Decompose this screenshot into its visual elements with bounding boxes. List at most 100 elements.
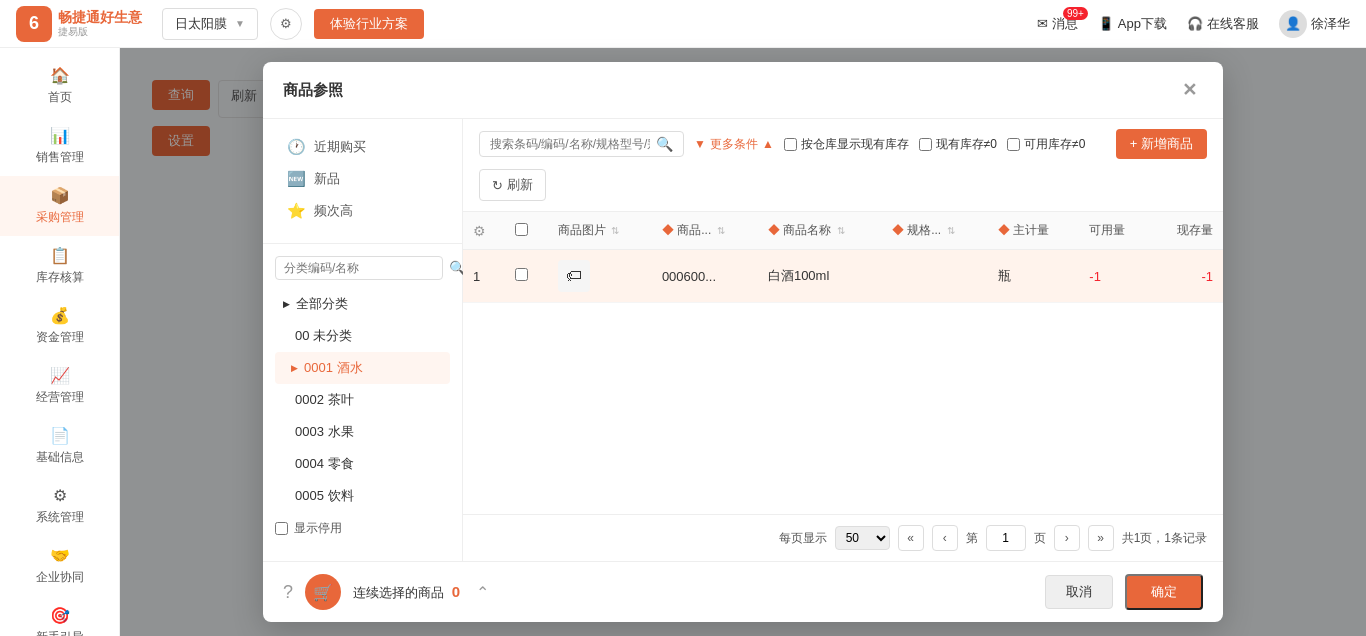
more-conditions-button[interactable]: ▼ 更多条件 ▲ bbox=[694, 136, 774, 153]
sidebar-label-finance: 资金管理 bbox=[36, 329, 84, 346]
quick-recent[interactable]: 🕐 近期购买 bbox=[275, 131, 450, 163]
cart-button[interactable]: 🛒 bbox=[305, 574, 341, 610]
show-disabled-checkbox[interactable] bbox=[275, 522, 288, 535]
refresh-button[interactable]: ↻ 刷新 bbox=[479, 169, 546, 201]
clock-icon: 🕐 bbox=[287, 138, 306, 156]
sidebar-item-enterprise[interactable]: 🤝 企业协同 bbox=[0, 536, 119, 596]
col-checkbox bbox=[505, 212, 547, 250]
chevron-up-icon: ▲ bbox=[762, 137, 774, 151]
sidebar-item-purchase[interactable]: 📦 采购管理 bbox=[0, 176, 119, 236]
category-search-input[interactable] bbox=[275, 256, 443, 280]
sidebar-label-home: 首页 bbox=[48, 89, 72, 106]
show-disabled-checkbox-row: 显示停用 bbox=[263, 508, 462, 549]
prev-page-button[interactable]: ‹ bbox=[932, 525, 958, 551]
category-drinks[interactable]: 0005 饮料 bbox=[275, 480, 450, 508]
per-page-select[interactable]: 50 10 20 100 bbox=[835, 526, 890, 550]
messages-btn[interactable]: ✉ 消息 99+ bbox=[1037, 15, 1078, 33]
sidebar-item-system[interactable]: ⚙ 系统管理 bbox=[0, 476, 119, 536]
category-uncategorized[interactable]: 00 未分类 bbox=[275, 320, 450, 352]
logo-text: 畅捷通好生意 捷易版 bbox=[58, 9, 142, 38]
operations-icon: 📈 bbox=[50, 366, 70, 385]
available-stock-checkbox[interactable] bbox=[1007, 138, 1020, 151]
cell-spec bbox=[882, 250, 988, 303]
chevron-down-icon: ▼ bbox=[235, 18, 245, 29]
sort-name-arrows: ⇅ bbox=[837, 225, 845, 236]
app-download-btn[interactable]: 📱 App下载 bbox=[1098, 15, 1167, 33]
modal-title: 商品参照 bbox=[283, 81, 343, 100]
sidebar-label-system: 系统管理 bbox=[36, 509, 84, 526]
product-search-input[interactable] bbox=[490, 137, 650, 151]
col-spec: ◆ 规格... ⇅ bbox=[882, 212, 988, 250]
messages-badge: 99+ bbox=[1063, 7, 1088, 20]
warehouse-stock-filter[interactable]: 按仓库显示现有库存 bbox=[784, 136, 909, 153]
sidebar-item-operations[interactable]: 📈 经营管理 bbox=[0, 356, 119, 416]
category-tea[interactable]: 0002 茶叶 bbox=[275, 384, 450, 416]
finance-icon: 💰 bbox=[50, 306, 70, 325]
modal-header: 商品参照 ✕ bbox=[263, 62, 1223, 119]
quick-frequent[interactable]: ⭐ 频次高 bbox=[275, 195, 450, 227]
star-icon: ⭐ bbox=[287, 202, 306, 220]
quick-new[interactable]: 🆕 新品 bbox=[275, 163, 450, 195]
nav-dropdown[interactable]: 日太阳膜 ▼ bbox=[162, 8, 258, 40]
sidebar: 🏠 首页 📊 销售管理 📦 采购管理 📋 库存核算 💰 资金管理 📈 经营管理 … bbox=[0, 48, 120, 636]
next-page-button[interactable]: › bbox=[1054, 525, 1080, 551]
page-number-input[interactable] bbox=[986, 525, 1026, 551]
last-page-button[interactable]: » bbox=[1088, 525, 1114, 551]
page-suffix: 页 bbox=[1034, 530, 1046, 547]
modal-close-button[interactable]: ✕ bbox=[1175, 76, 1203, 104]
sidebar-item-sales[interactable]: 📊 销售管理 bbox=[0, 116, 119, 176]
cell-available: -1 bbox=[1079, 250, 1151, 303]
cell-unit: 瓶 bbox=[988, 250, 1079, 303]
sidebar-item-finance[interactable]: 💰 资金管理 bbox=[0, 296, 119, 356]
left-panel: 🕐 近期购买 🆕 新品 ⭐ 频次高 bbox=[263, 119, 463, 561]
sidebar-item-basic-info[interactable]: 📄 基础信息 bbox=[0, 416, 119, 476]
col-available: 可用量 bbox=[1079, 212, 1151, 250]
cell-image: 🏷 bbox=[548, 250, 652, 303]
new-product-button[interactable]: + 新增商品 bbox=[1116, 129, 1207, 159]
headset-icon: 🎧 bbox=[1187, 16, 1203, 31]
online-service-btn[interactable]: 🎧 在线客服 bbox=[1187, 15, 1259, 33]
row-checkbox[interactable] bbox=[515, 268, 528, 281]
warehouse-checkbox[interactable] bbox=[784, 138, 797, 151]
purchase-icon: 📦 bbox=[50, 186, 70, 205]
cancel-button[interactable]: 取消 bbox=[1045, 575, 1113, 609]
cell-name: 白酒100ml bbox=[758, 250, 882, 303]
per-page-label: 每页显示 bbox=[779, 530, 827, 547]
search-icon[interactable]: 🔍 bbox=[656, 136, 673, 152]
current-stock-checkbox[interactable] bbox=[919, 138, 932, 151]
logo-main: 畅捷通好生意 bbox=[58, 9, 142, 26]
help-icon[interactable]: ? bbox=[283, 582, 293, 603]
col-code: ◆ 商品... ⇅ bbox=[652, 212, 758, 250]
category-snacks[interactable]: 0004 零食 bbox=[275, 448, 450, 480]
sidebar-label-operations: 经营管理 bbox=[36, 389, 84, 406]
confirm-button[interactable]: 确定 bbox=[1125, 574, 1203, 610]
first-page-button[interactable]: « bbox=[898, 525, 924, 551]
sidebar-item-home[interactable]: 🏠 首页 bbox=[0, 56, 119, 116]
category-alcohol[interactable]: ▶ 0001 酒水 bbox=[275, 352, 450, 384]
gear-button[interactable]: ⚙ bbox=[270, 8, 302, 40]
modal-footer: ? 🛒 连续选择的商品 0 ⌃ 取消 确定 bbox=[263, 561, 1223, 622]
sidebar-item-inventory[interactable]: 📋 库存核算 bbox=[0, 236, 119, 296]
user-area[interactable]: 👤 徐泽华 bbox=[1279, 10, 1350, 38]
experience-button[interactable]: 体验行业方案 bbox=[314, 9, 424, 39]
current-stock-filter[interactable]: 现有库存≠0 bbox=[919, 136, 997, 153]
category-fruit[interactable]: 0003 水果 bbox=[275, 416, 450, 448]
product-table: ⚙ 商品图片 ⇅ bbox=[463, 212, 1223, 303]
pagination: 每页显示 50 10 20 100 « ‹ 第 页 bbox=[463, 514, 1223, 561]
col-name: ◆ 商品名称 ⇅ bbox=[758, 212, 882, 250]
select-all-checkbox[interactable] bbox=[515, 223, 528, 236]
table-row[interactable]: 1 🏷 000600... 白酒100ml bbox=[463, 250, 1223, 303]
collapse-selection-button[interactable]: ⌃ bbox=[476, 583, 489, 602]
sidebar-label-basic-info: 基础信息 bbox=[36, 449, 84, 466]
content-area: 查询 刷新 设置 商品参照 ✕ bbox=[120, 48, 1366, 636]
sort-code-icon: ◆ bbox=[662, 223, 674, 237]
quick-section: 🕐 近期购买 🆕 新品 ⭐ 频次高 bbox=[263, 131, 462, 239]
available-stock-filter[interactable]: 可用库存≠0 bbox=[1007, 136, 1085, 153]
cell-checkbox bbox=[505, 250, 547, 303]
col-image: 商品图片 ⇅ bbox=[548, 212, 652, 250]
cell-code: 000600... bbox=[652, 250, 758, 303]
product-table-container: ⚙ 商品图片 ⇅ bbox=[463, 212, 1223, 514]
sidebar-item-guide[interactable]: 🎯 新手引导 bbox=[0, 596, 119, 636]
category-all[interactable]: ▶ 全部分类 bbox=[275, 288, 450, 320]
column-settings-icon[interactable]: ⚙ bbox=[473, 223, 486, 239]
